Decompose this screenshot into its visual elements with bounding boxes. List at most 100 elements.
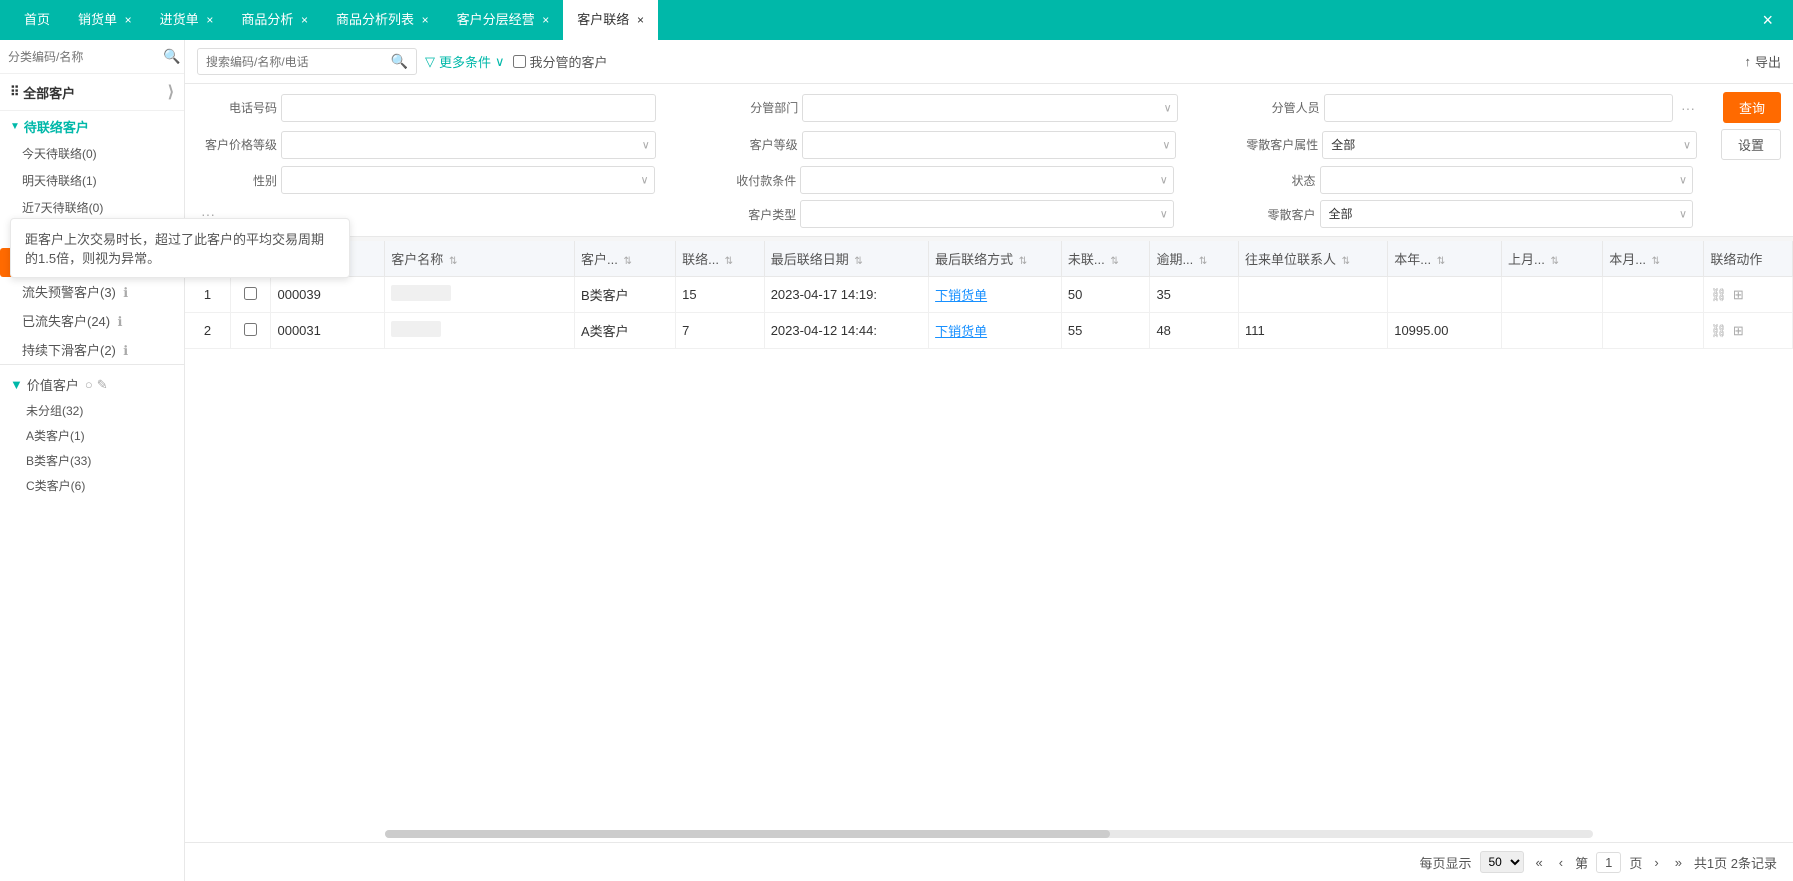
th-contact[interactable]: 联络... ⇅ [676, 241, 765, 277]
phone-input[interactable] [281, 94, 656, 122]
sidebar-collapse-btn[interactable]: ⟩ [168, 82, 174, 102]
row2-method-link[interactable]: 下销货单 [935, 324, 987, 339]
row2-link-icon[interactable]: ⛓ [1710, 323, 1727, 339]
table-area[interactable]: ⚙ 客户编码 ⇅ 客户名称 ⇅ [185, 241, 1793, 826]
sidebar-item-churned[interactable]: 已流失客户(24) ℹ [0, 306, 184, 335]
search-input[interactable] [206, 55, 391, 69]
sidebar-search-input[interactable] [8, 50, 163, 64]
export-button[interactable]: ↑ 导出 [1744, 52, 1781, 71]
retail-cust-select[interactable]: 全部 [1320, 200, 1694, 228]
row2-last-month [1502, 313, 1603, 349]
status-select[interactable] [1320, 166, 1694, 194]
window-close-button[interactable]: × [1752, 10, 1783, 31]
manager-input[interactable] [1324, 94, 1673, 122]
sidebar-value-group[interactable]: ▼ 价值客户 ○ ✎ [10, 371, 174, 398]
dept-select[interactable] [802, 94, 1177, 122]
cust-level-select[interactable] [802, 131, 1177, 159]
sidebar-item-tomorrow[interactable]: 明天待联络(1) [0, 167, 184, 194]
sidebar-item-class-a[interactable]: A类客户(1) [10, 423, 174, 448]
nav-item-purchase[interactable]: 进货单 × [146, 0, 228, 40]
sidebar-item-declining[interactable]: 持续下滑客户(2) ℹ [0, 335, 184, 364]
th-last-date[interactable]: 最后联络日期 ⇅ [764, 241, 928, 277]
filter-row-4: ··· 客户类型 ∨ 零散客户 全部 [197, 200, 1781, 228]
th-unread[interactable]: 未联... ⇅ [1061, 241, 1150, 277]
row2-name [385, 313, 575, 349]
nav-item-home[interactable]: 首页 [10, 0, 64, 40]
nav-close-purchase[interactable]: × [206, 13, 213, 27]
th-unit-contact[interactable]: 往来单位联系人 ⇅ [1238, 241, 1387, 277]
th-cust-level[interactable]: 客户... ⇅ [575, 241, 676, 277]
row2-checkbox[interactable] [244, 323, 257, 336]
pagination: 每页显示 50 « ‹ 第 1 页 › » 共1页 2条记录 [185, 842, 1793, 881]
th-overdue[interactable]: 逾期... ⇅ [1150, 241, 1239, 277]
sidebar-item-7days[interactable]: 近7天待联络(0) [0, 194, 184, 221]
settings-icon-value[interactable]: ✎ [97, 377, 108, 393]
price-level-select[interactable] [281, 131, 656, 159]
edit-icon[interactable]: ○ [85, 377, 93, 392]
row1-checkbox[interactable] [244, 287, 257, 300]
row1-link-icon[interactable]: ⛓ [1710, 287, 1727, 303]
horizontal-scrollbar[interactable] [385, 830, 1593, 838]
nav-item-analysis-list[interactable]: 商品分析列表 × [322, 0, 443, 40]
row1-check [231, 277, 271, 313]
row1-unread: 50 [1061, 277, 1150, 313]
row1-more-icon[interactable]: ⊞ [1733, 287, 1744, 303]
sidebar-content: ⠿ 全部客户 ⟩ ▼ 待联络客户 今天待联络(0) 明天待联络(1) 近7天待联… [0, 74, 184, 881]
sidebar-pending-group[interactable]: ▼ 待联络客户 [0, 111, 184, 140]
set-button[interactable]: 设置 [1721, 129, 1781, 160]
main-layout: 🔍 ⠿ 全部客户 ⟩ ▼ 待联络客户 今天待联络(0) 明天待联络(1) 近7天… [0, 40, 1793, 881]
nav-close-sales[interactable]: × [125, 13, 132, 27]
row1-name [385, 277, 575, 313]
retail-attr-select[interactable]: 全部 [1322, 131, 1697, 159]
row2-code: 000031 [271, 313, 385, 349]
row2-last-method: 下销货单 [929, 313, 1062, 349]
th-year-amount[interactable]: 本年... ⇅ [1388, 241, 1502, 277]
first-page-btn[interactable]: « [1532, 853, 1547, 872]
sort-date-icon: ⇅ [854, 256, 862, 267]
nav-item-analysis[interactable]: 商品分析 × [227, 0, 322, 40]
row2-more-icon[interactable]: ⊞ [1733, 323, 1744, 339]
page-number[interactable]: 1 [1596, 852, 1621, 873]
nav-close-customer-contact[interactable]: × [637, 13, 644, 27]
prev-page-btn[interactable]: ‹ [1555, 853, 1567, 872]
nav-item-customer-contact[interactable]: 客户联络 × [563, 0, 658, 40]
cust-type-select[interactable] [800, 200, 1174, 228]
filter-retail-attr: 零散客户属性 全部 ∨ [1238, 131, 1697, 159]
sidebar-item-unclassified[interactable]: 未分组(32) [10, 398, 174, 423]
row1-unit-contact [1238, 277, 1387, 313]
scrollbar-thumb[interactable] [385, 830, 1110, 838]
sidebar-item-class-c[interactable]: C类客户(6) [10, 473, 174, 498]
row1-cust-level: B类客户 [575, 277, 676, 313]
nav-close-customer-mgmt[interactable]: × [542, 13, 549, 27]
last-page-btn[interactable]: » [1671, 853, 1686, 872]
row2-action-btns: ⛓ ⊞ [1710, 323, 1786, 339]
next-page-btn[interactable]: › [1650, 853, 1662, 872]
row1-method-link[interactable]: 下销货单 [935, 288, 987, 303]
nav-item-sales[interactable]: 销货单 × [64, 0, 146, 40]
th-last-month[interactable]: 上月... ⇅ [1502, 241, 1603, 277]
sidebar-item-class-b[interactable]: B类客户(33) [10, 448, 174, 473]
search-icon[interactable]: 🔍 [391, 53, 408, 70]
nav-item-customer-mgmt[interactable]: 客户分层经营 × [443, 0, 564, 40]
nav-close-analysis[interactable]: × [301, 13, 308, 27]
more-conditions-btn[interactable]: ▽ 更多条件 ∨ [425, 52, 505, 71]
th-this-month[interactable]: 本月... ⇅ [1603, 241, 1704, 277]
row2-contact: 7 [676, 313, 765, 349]
toolbar: 🔍 ▽ 更多条件 ∨ 我分管的客户 ↑ 导出 [185, 40, 1793, 84]
th-last-method[interactable]: 最后联络方式 ⇅ [929, 241, 1062, 277]
query-button[interactable]: 查询 [1723, 92, 1781, 123]
sidebar-all-customers[interactable]: ⠿ 全部客户 ⟩ [0, 74, 184, 111]
nav-close-analysis-list[interactable]: × [422, 13, 429, 27]
gender-select[interactable] [281, 166, 655, 194]
per-page-select[interactable]: 50 [1480, 851, 1524, 873]
row2-this-month [1603, 313, 1704, 349]
my-customers-checkbox[interactable] [513, 55, 526, 68]
manager-more-btn[interactable]: ··· [1677, 100, 1699, 116]
sidebar-search-icon[interactable]: 🔍 [163, 48, 180, 65]
sidebar-item-churn-warning[interactable]: 流失预警客户(3) ℹ [0, 277, 184, 306]
data-table: ⚙ 客户编码 ⇅ 客户名称 ⇅ [185, 241, 1793, 349]
th-name[interactable]: 客户名称 ⇅ [385, 241, 575, 277]
payment-select[interactable] [800, 166, 1174, 194]
row1-this-month [1603, 277, 1704, 313]
sidebar-item-today[interactable]: 今天待联络(0) [0, 140, 184, 167]
